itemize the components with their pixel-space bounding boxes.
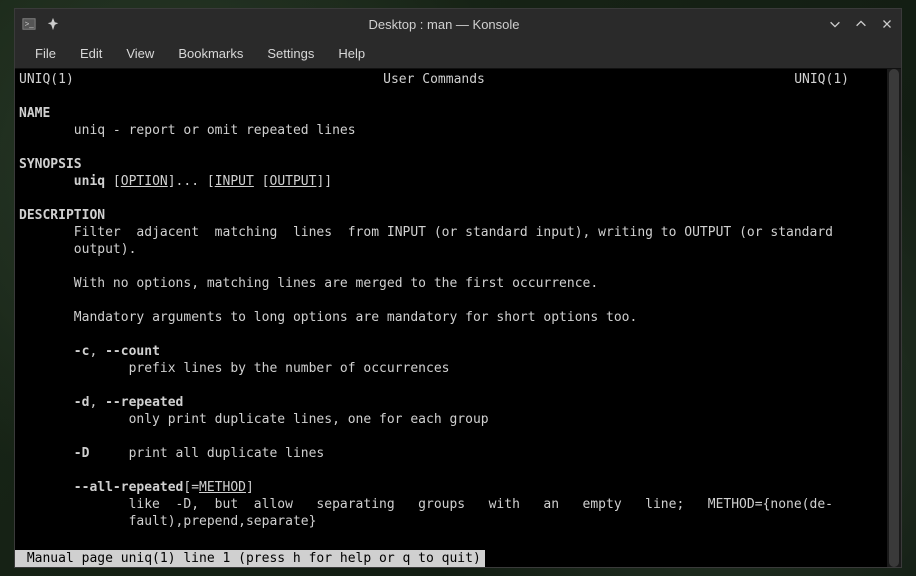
- scrollbar-thumb[interactable]: [889, 69, 899, 567]
- terminal-viewport[interactable]: UNIQ(1) User Commands UNIQ(1) NAME uniq - …: [15, 69, 901, 567]
- window-title: Desktop : man — Konsole: [61, 17, 827, 32]
- menubar: File Edit View Bookmarks Settings Help: [15, 39, 901, 69]
- titlebar[interactable]: >_ Desktop : man — Konsole: [15, 9, 901, 39]
- opt-desc: prefix lines by the number of occurrence…: [129, 361, 450, 376]
- opt-desc: fault),prepend,separate}: [129, 514, 317, 529]
- man-status-line: Manual page uniq(1) line 1 (press h for …: [15, 550, 485, 567]
- opt-flag-long: --count: [105, 344, 160, 359]
- opt-flag: -d: [74, 395, 90, 410]
- menu-settings[interactable]: Settings: [257, 42, 324, 65]
- opt-desc: print all duplicate lines: [89, 446, 324, 461]
- opt-desc: like -D, but allow separating groups wit…: [129, 497, 833, 512]
- syn-input: INPUT: [215, 174, 254, 189]
- man-header-right: UNIQ(1): [794, 71, 849, 88]
- close-button[interactable]: [879, 16, 895, 32]
- man-header-left: UNIQ(1): [19, 71, 74, 88]
- opt-flag: -c: [74, 344, 90, 359]
- name-line: uniq - report or omit repeated lines: [74, 123, 356, 138]
- menu-help[interactable]: Help: [328, 42, 375, 65]
- syn-option: OPTION: [121, 174, 168, 189]
- opt-desc: only print duplicate lines, one for each…: [129, 412, 489, 427]
- desc-line: output).: [74, 242, 137, 257]
- syn-output: OUTPUT: [270, 174, 317, 189]
- menu-view[interactable]: View: [116, 42, 164, 65]
- opt-method: METHOD: [199, 480, 246, 495]
- menu-edit[interactable]: Edit: [70, 42, 112, 65]
- opt-flag: -D: [74, 446, 90, 461]
- desc-line: With no options, matching lines are merg…: [74, 276, 598, 291]
- section-synopsis: SYNOPSIS: [19, 157, 82, 172]
- maximize-button[interactable]: [853, 16, 869, 32]
- section-description: DESCRIPTION: [19, 208, 105, 223]
- opt-flag-long: --all-repeated: [74, 480, 184, 495]
- menu-bookmarks[interactable]: Bookmarks: [168, 42, 253, 65]
- man-header-center: User Commands: [383, 71, 485, 88]
- syn-cmd: uniq: [74, 174, 105, 189]
- menu-file[interactable]: File: [25, 42, 66, 65]
- man-page-content: UNIQ(1) User Commands UNIQ(1) NAME uniq - …: [19, 71, 897, 530]
- desc-line: Mandatory arguments to long options are …: [74, 310, 638, 325]
- opt-flag-long: --repeated: [105, 395, 183, 410]
- desc-line: Filter adjacent matching lines from INPU…: [74, 225, 833, 240]
- svg-text:>_: >_: [25, 20, 35, 29]
- minimize-button[interactable]: [827, 16, 843, 32]
- konsole-window: >_ Desktop : man — Konsole File Edit Vie…: [14, 8, 902, 568]
- pin-icon[interactable]: [45, 16, 61, 32]
- app-icon: >_: [21, 16, 37, 32]
- section-name: NAME: [19, 106, 50, 121]
- scrollbar[interactable]: [887, 69, 901, 567]
